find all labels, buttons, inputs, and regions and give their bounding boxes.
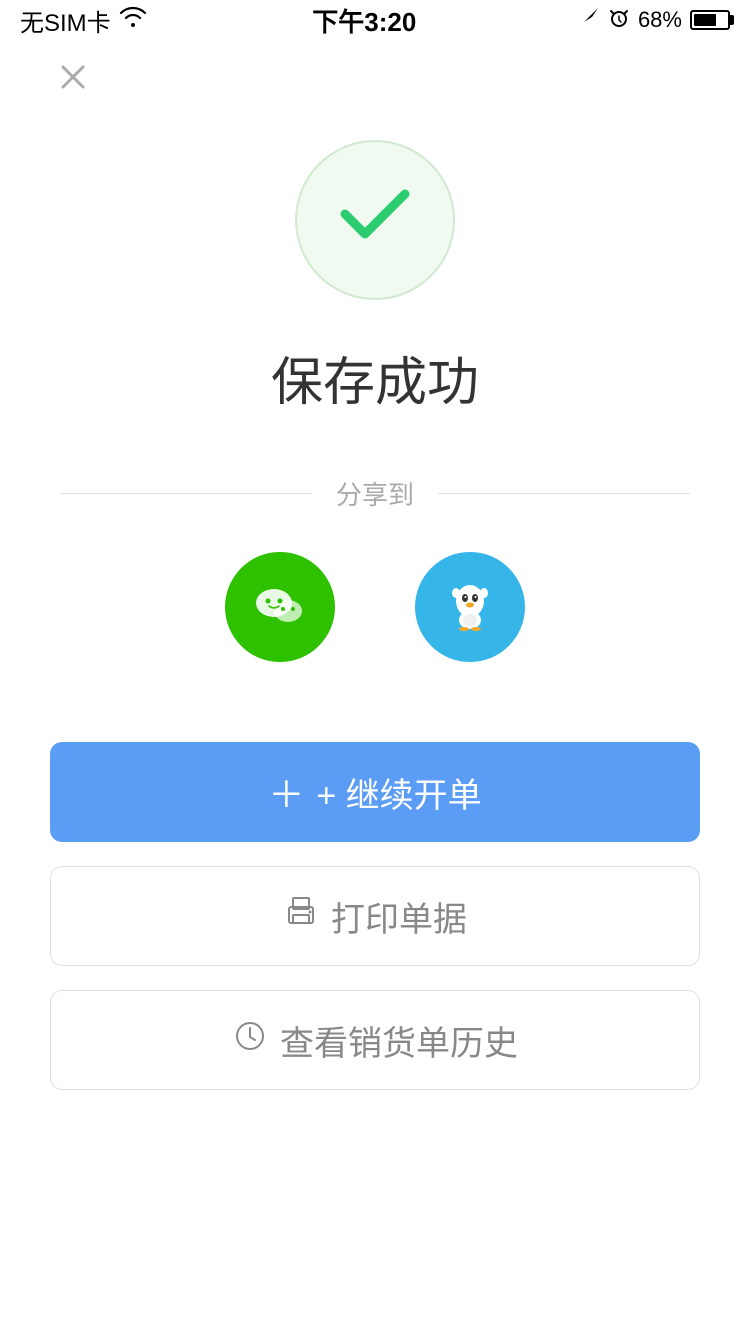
continue-button-label: + 继续开单 <box>316 768 481 817</box>
plus-icon: ＋ <box>268 766 304 818</box>
wifi-icon <box>119 6 147 35</box>
continue-button[interactable]: ＋ + 继续开单 <box>50 742 700 842</box>
time-display: 下午3:20 <box>312 2 416 39</box>
close-button[interactable] <box>48 52 98 102</box>
status-bar: 无SIM卡 下午3:20 68% <box>0 0 750 40</box>
main-content: 保存成功 分享到 <box>0 40 750 1090</box>
history-button-label: 查看销货单历史 <box>280 1016 518 1065</box>
share-label: 分享到 <box>336 475 414 512</box>
divider-left <box>60 493 312 494</box>
carrier-text: 无SIM卡 <box>20 3 111 38</box>
location-icon <box>582 6 600 34</box>
print-button-label: 打印单据 <box>331 892 467 941</box>
print-icon <box>283 894 319 939</box>
battery-indicator <box>690 10 730 30</box>
qq-share-button[interactable] <box>415 552 525 662</box>
success-icon-circle <box>295 140 455 300</box>
divider-right <box>438 493 690 494</box>
alarm-icon <box>608 6 630 34</box>
print-button[interactable]: 打印单据 <box>50 866 700 966</box>
action-buttons-container: ＋ + 继续开单 打印单据 查看销货单历 <box>0 742 750 1090</box>
share-icons-container <box>225 552 525 662</box>
status-right: 68% <box>582 6 730 34</box>
history-button[interactable]: 查看销货单历史 <box>50 990 700 1090</box>
wechat-share-button[interactable] <box>225 552 335 662</box>
checkmark-icon <box>330 169 420 272</box>
battery-percent: 68% <box>638 7 682 33</box>
share-divider: 分享到 <box>0 475 750 512</box>
success-title: 保存成功 <box>271 340 479 415</box>
history-icon <box>232 1018 268 1063</box>
status-left: 无SIM卡 <box>20 3 147 38</box>
